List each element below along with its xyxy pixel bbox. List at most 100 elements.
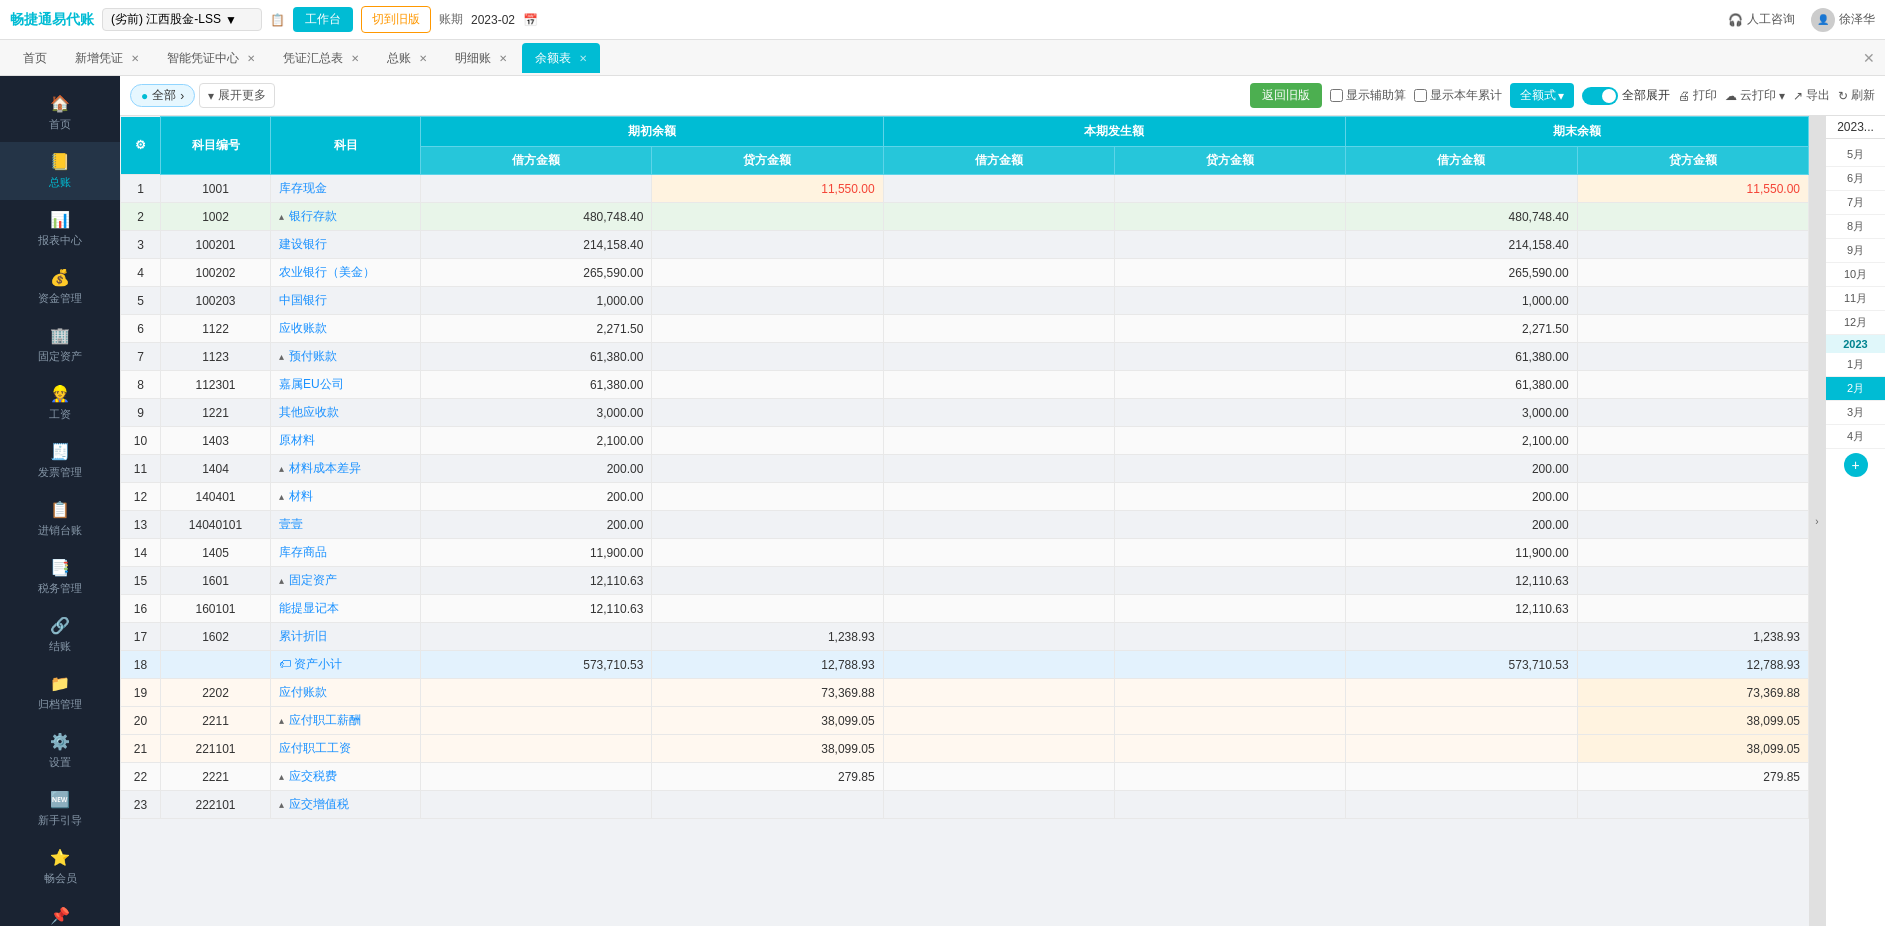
sidebar-item-salary[interactable]: 👷 工资 bbox=[0, 374, 120, 432]
format-button[interactable]: 全额式 ▾ bbox=[1510, 83, 1574, 108]
td-name[interactable]: 库存现金 bbox=[271, 175, 421, 203]
td-name[interactable]: ▴ 应付职工薪酬 bbox=[271, 707, 421, 735]
expand-icon[interactable]: ▴ bbox=[279, 463, 287, 474]
sidebar-item-purchase[interactable]: 📋 进销台账 bbox=[0, 490, 120, 548]
expand-icon[interactable]: ▴ bbox=[279, 491, 287, 502]
account-name-link[interactable]: 其他应收款 bbox=[279, 405, 339, 419]
account-name-link[interactable]: 应交税费 bbox=[289, 769, 337, 783]
cloud-print-action[interactable]: ☁ 云打印 ▾ bbox=[1725, 87, 1785, 104]
td-name[interactable]: 库存商品 bbox=[271, 539, 421, 567]
sidebar-item-guide[interactable]: 🆕 新手引导 bbox=[0, 780, 120, 838]
side-month-11[interactable]: 11月 bbox=[1826, 287, 1885, 311]
refresh-action[interactable]: ↻ 刷新 bbox=[1838, 87, 1875, 104]
expand-icon[interactable]: ▴ bbox=[279, 771, 287, 782]
user-item[interactable]: 👤 徐泽华 bbox=[1811, 8, 1875, 32]
account-name-link[interactable]: 嘉属EU公司 bbox=[279, 377, 344, 391]
td-name[interactable]: 建设银行 bbox=[271, 231, 421, 259]
expand-icon[interactable]: ▴ bbox=[279, 715, 287, 726]
expand-icon[interactable]: ▴ bbox=[279, 575, 287, 586]
show-aux-checkbox[interactable]: 显示辅助算 bbox=[1330, 87, 1406, 104]
account-name-link[interactable]: 应收账款 bbox=[279, 321, 327, 335]
return-button[interactable]: 返回旧版 bbox=[1250, 83, 1322, 108]
account-name-link[interactable]: 预付账款 bbox=[289, 349, 337, 363]
account-name-link[interactable]: 材料 bbox=[289, 489, 313, 503]
settings-icon[interactable]: ⚙ bbox=[135, 138, 146, 152]
sidebar-item-home[interactable]: 🏠 首页 bbox=[0, 84, 120, 142]
calendar-icon[interactable]: 📅 bbox=[523, 13, 538, 27]
account-name-link[interactable]: 壹壹 bbox=[279, 517, 303, 531]
side-month-9[interactable]: 9月 bbox=[1826, 239, 1885, 263]
tab-detail[interactable]: 明细账 ✕ bbox=[442, 43, 520, 73]
td-name[interactable]: 壹壹 bbox=[271, 511, 421, 539]
td-name[interactable]: 嘉属EU公司 bbox=[271, 371, 421, 399]
tab-new-voucher[interactable]: 新增凭证 ✕ bbox=[62, 43, 152, 73]
tab-voucher-summary[interactable]: 凭证汇总表 ✕ bbox=[270, 43, 372, 73]
account-name-link[interactable]: 库存商品 bbox=[279, 545, 327, 559]
expand-button[interactable]: ▾ 展开更多 bbox=[199, 83, 275, 108]
export-action[interactable]: ↗ 导出 bbox=[1793, 87, 1830, 104]
consult-item[interactable]: 🎧 人工咨询 bbox=[1728, 11, 1795, 28]
sidebar-item-member[interactable]: ⭐ 畅会员 bbox=[0, 838, 120, 896]
td-name[interactable]: 原材料 bbox=[271, 427, 421, 455]
sidebar-item-pin[interactable]: 📌 取消固定 bbox=[0, 896, 120, 926]
account-name-link[interactable]: 应交增值税 bbox=[289, 797, 349, 811]
copy-icon[interactable]: 📋 bbox=[270, 13, 285, 27]
table-wrapper[interactable]: ⚙ 科目编号 科目 期初余额 本 bbox=[120, 116, 1809, 926]
td-name[interactable]: ▴ 材料成本差异 bbox=[271, 455, 421, 483]
account-name-link[interactable]: 农业银行（美金） bbox=[279, 265, 375, 279]
workbench-button[interactable]: 工作台 bbox=[293, 7, 353, 32]
td-name[interactable]: ▴ 应交增值税 bbox=[271, 791, 421, 819]
tab-smart-voucher[interactable]: 智能凭证中心 ✕ bbox=[154, 43, 268, 73]
td-name[interactable]: ▴ 固定资产 bbox=[271, 567, 421, 595]
expand-icon[interactable]: ▴ bbox=[279, 799, 287, 810]
account-name-link[interactable]: 建设银行 bbox=[279, 237, 327, 251]
side-month-1[interactable]: 1月 bbox=[1826, 353, 1885, 377]
tab-balance[interactable]: 余额表 ✕ bbox=[522, 43, 600, 73]
account-name-link[interactable]: 累计折旧 bbox=[279, 629, 327, 643]
side-month-5[interactable]: 5月 bbox=[1826, 143, 1885, 167]
account-name-link[interactable]: 应付账款 bbox=[279, 685, 327, 699]
td-name[interactable]: 🏷 资产小计 bbox=[271, 651, 421, 679]
account-name-link[interactable]: 中国银行 bbox=[279, 293, 327, 307]
account-name-link[interactable]: 原材料 bbox=[279, 433, 315, 447]
account-name-link[interactable]: 材料成本差异 bbox=[289, 461, 361, 475]
account-name-link[interactable]: 固定资产 bbox=[289, 573, 337, 587]
sidebar-item-invoice[interactable]: 🧾 发票管理 bbox=[0, 432, 120, 490]
tab-voucher-summary-close[interactable]: ✕ bbox=[351, 53, 359, 64]
account-name-link[interactable]: 库存现金 bbox=[279, 181, 327, 195]
expand-all-toggle[interactable]: 全部展开 bbox=[1582, 87, 1670, 105]
account-name-link[interactable]: 应付职工工资 bbox=[279, 741, 351, 755]
toggle-track[interactable] bbox=[1582, 87, 1618, 105]
td-name[interactable]: 累计折旧 bbox=[271, 623, 421, 651]
filter-tag[interactable]: ● 全部 › bbox=[130, 84, 195, 107]
tab-new-voucher-close[interactable]: ✕ bbox=[131, 53, 139, 64]
switch-version-button[interactable]: 切到旧版 bbox=[361, 6, 431, 33]
tab-balance-close[interactable]: ✕ bbox=[579, 53, 587, 64]
side-month-3[interactable]: 3月 bbox=[1826, 401, 1885, 425]
td-name[interactable]: ▴ 银行存款 bbox=[271, 203, 421, 231]
td-name[interactable]: 中国银行 bbox=[271, 287, 421, 315]
td-name[interactable]: ▴ 材料 bbox=[271, 483, 421, 511]
account-name-link[interactable]: 🏷 资产小计 bbox=[279, 657, 342, 671]
tab-smart-close[interactable]: ✕ bbox=[247, 53, 255, 64]
tab-ledger[interactable]: 总账 ✕ bbox=[374, 43, 440, 73]
company-selector[interactable]: (劣前) 江西股金-LSS ▼ bbox=[102, 8, 262, 31]
side-month-12[interactable]: 12月 bbox=[1826, 311, 1885, 335]
td-name[interactable]: 农业银行（美金） bbox=[271, 259, 421, 287]
side-month-8[interactable]: 8月 bbox=[1826, 215, 1885, 239]
sidebar-item-settings[interactable]: ⚙️ 设置 bbox=[0, 722, 120, 780]
sidebar-item-archive[interactable]: 📁 归档管理 bbox=[0, 664, 120, 722]
window-close-button[interactable]: ✕ bbox=[1863, 50, 1875, 66]
sidebar-item-report[interactable]: 📊 报表中心 bbox=[0, 200, 120, 258]
expand-icon[interactable]: ▴ bbox=[279, 351, 287, 362]
show-ytd-checkbox[interactable]: 显示本年累计 bbox=[1414, 87, 1502, 104]
expand-icon[interactable]: ▴ bbox=[279, 211, 287, 222]
tab-ledger-close[interactable]: ✕ bbox=[419, 53, 427, 64]
side-collapse-button[interactable]: › bbox=[1809, 116, 1825, 926]
account-name-link[interactable]: 能提显记本 bbox=[279, 601, 339, 615]
side-month-7[interactable]: 7月 bbox=[1826, 191, 1885, 215]
account-name-link[interactable]: 应付职工薪酬 bbox=[289, 713, 361, 727]
td-name[interactable]: 应收账款 bbox=[271, 315, 421, 343]
sidebar-item-fund[interactable]: 💰 资金管理 bbox=[0, 258, 120, 316]
td-name[interactable]: 其他应收款 bbox=[271, 399, 421, 427]
